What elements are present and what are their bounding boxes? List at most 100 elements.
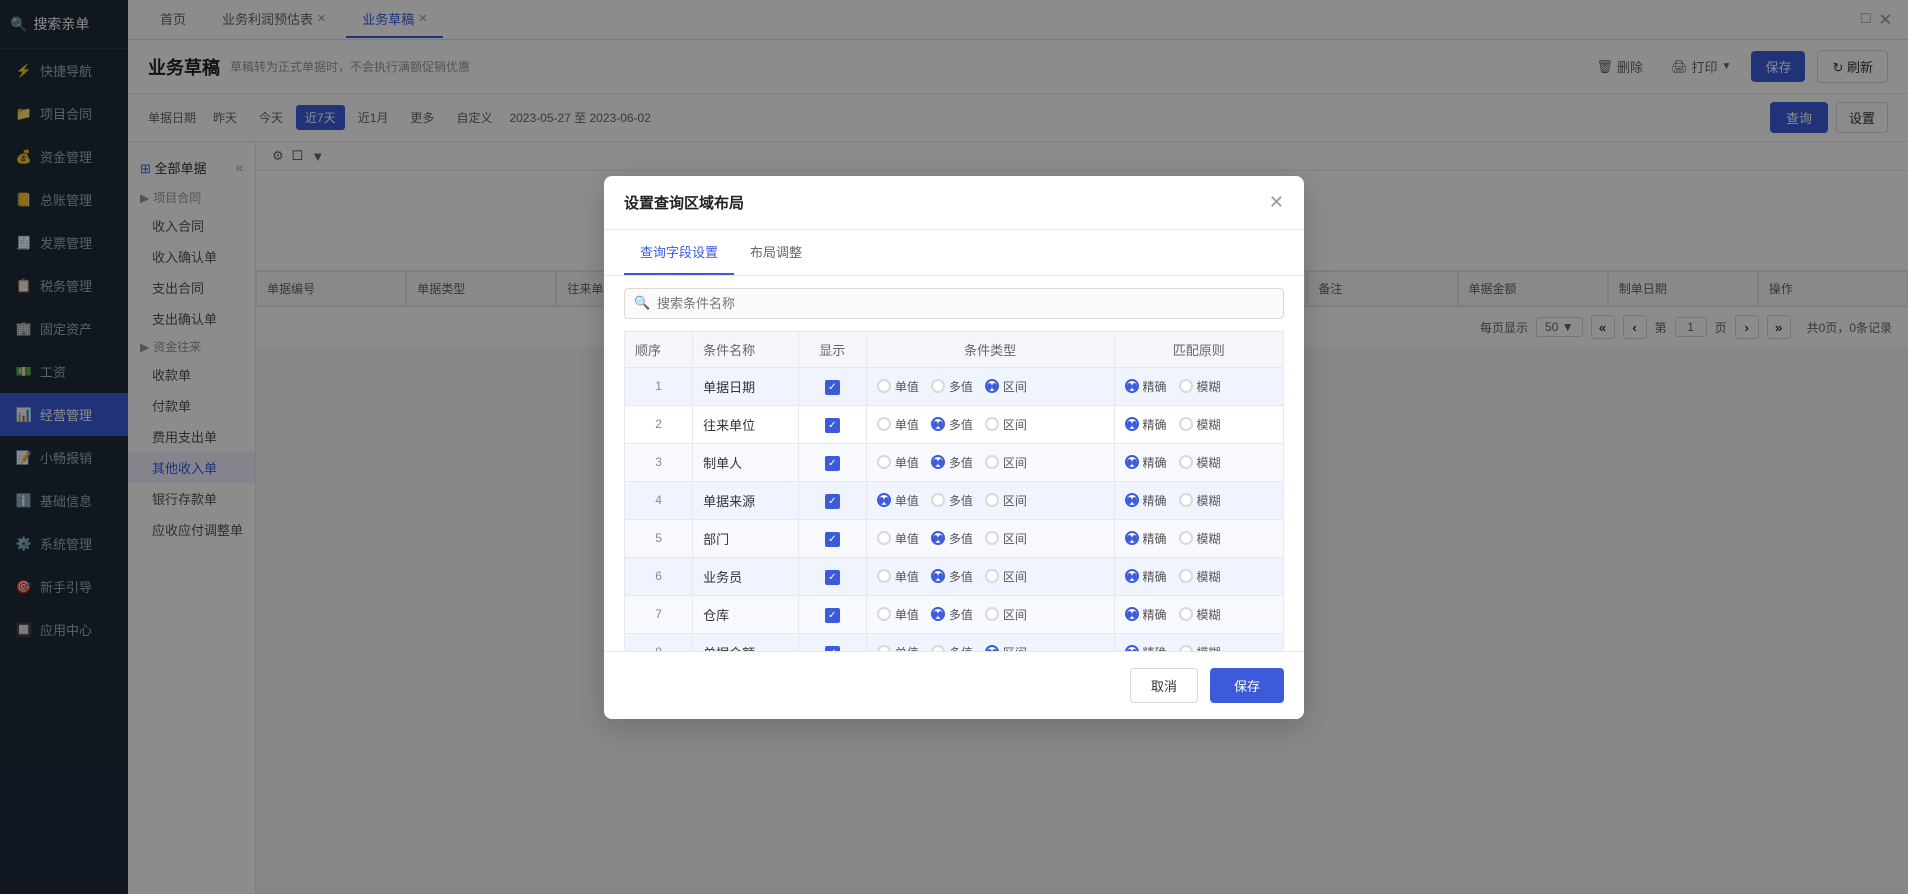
row-condition-type-2: 单值多值区间 xyxy=(866,443,1114,481)
radio-condition-7-单值[interactable]: 单值 xyxy=(877,644,919,651)
tab-layout-adjust[interactable]: 布局调整 xyxy=(734,230,818,275)
radio-match-0-精确[interactable]: 精确 xyxy=(1125,378,1167,395)
row-condition-type-1: 单值多值区间 xyxy=(866,405,1114,443)
radio-circle xyxy=(877,455,891,469)
radio-condition-6-单值[interactable]: 单值 xyxy=(877,606,919,623)
row-display-2[interactable]: ✓ xyxy=(798,443,866,481)
row-match-rule-6: 精确模糊 xyxy=(1114,595,1284,633)
radio-match-2-精确[interactable]: 精确 xyxy=(1125,454,1167,471)
checkbox-checked-3[interactable]: ✓ xyxy=(825,494,840,509)
radio-match-4-模糊[interactable]: 模糊 xyxy=(1179,530,1221,547)
confirm-save-button[interactable]: 保存 xyxy=(1210,668,1284,703)
radio-match-3-模糊[interactable]: 模糊 xyxy=(1179,492,1221,509)
radio-match-1-模糊[interactable]: 模糊 xyxy=(1179,416,1221,433)
row-condition-type-7: 单值 多值 区间 xyxy=(866,633,1114,651)
radio-circle xyxy=(931,379,945,393)
radio-condition-5-多值[interactable]: 多值 xyxy=(931,568,973,585)
radio-condition-2-区间[interactable]: 区间 xyxy=(985,454,1027,471)
radio-circle xyxy=(877,569,891,583)
radio-circle xyxy=(1125,493,1139,507)
radio-circle xyxy=(931,493,945,507)
row-condition-type-0: 单值多值区间 xyxy=(866,367,1114,405)
radio-circle xyxy=(877,417,891,431)
row-display-5[interactable]: ✓ xyxy=(798,557,866,595)
row-display-1[interactable]: ✓ xyxy=(798,405,866,443)
checkbox-checked-2[interactable]: ✓ xyxy=(825,456,840,471)
modal-title: 设置查询区域布局 xyxy=(624,192,744,213)
radio-condition-2-多值[interactable]: 多值 xyxy=(931,454,973,471)
radio-condition-6-多值[interactable]: 多值 xyxy=(931,606,973,623)
radio-match-0-模糊[interactable]: 模糊 xyxy=(1179,378,1221,395)
radio-condition-0-多值[interactable]: 多值 xyxy=(931,378,973,395)
radio-circle xyxy=(1179,417,1193,431)
radio-match-6-模糊[interactable]: 模糊 xyxy=(1179,606,1221,623)
row-order-4: 5 xyxy=(625,519,693,557)
radio-match-7-精确[interactable]: 精确 xyxy=(1125,644,1167,651)
radio-match-1-精确[interactable]: 精确 xyxy=(1125,416,1167,433)
row-order-3: 4 xyxy=(625,481,693,519)
radio-match-2-模糊[interactable]: 模糊 xyxy=(1179,454,1221,471)
radio-match-3-精确[interactable]: 精确 xyxy=(1125,492,1167,509)
checkbox-checked-1[interactable]: ✓ xyxy=(825,418,840,433)
radio-match-5-模糊[interactable]: 模糊 xyxy=(1179,568,1221,585)
tab-query-field-settings[interactable]: 查询字段设置 xyxy=(624,230,734,275)
condition-search-input[interactable] xyxy=(624,288,1284,319)
radio-condition-1-区间[interactable]: 区间 xyxy=(985,416,1027,433)
radio-circle xyxy=(1125,531,1139,545)
row-display-7[interactable]: ✓ xyxy=(798,633,866,651)
checkbox-checked-5[interactable]: ✓ xyxy=(825,570,840,585)
cancel-button[interactable]: 取消 xyxy=(1130,668,1198,703)
row-display-3[interactable]: ✓ xyxy=(798,481,866,519)
radio-match-5-精确[interactable]: 精确 xyxy=(1125,568,1167,585)
radio-circle xyxy=(877,607,891,621)
radio-condition-7-多值[interactable]: 多值 xyxy=(931,644,973,651)
radio-condition-3-单值[interactable]: 单值 xyxy=(877,492,919,509)
checkbox-checked-4[interactable]: ✓ xyxy=(825,532,840,547)
radio-match-4-精确[interactable]: 精确 xyxy=(1125,530,1167,547)
radio-circle xyxy=(1179,493,1193,507)
radio-circle xyxy=(985,607,999,621)
radio-condition-2-单值[interactable]: 单值 xyxy=(877,454,919,471)
col-name: 条件名称 xyxy=(693,331,799,367)
row-name-5: 业务员 xyxy=(693,557,799,595)
radio-circle xyxy=(931,455,945,469)
radio-condition-4-多值[interactable]: 多值 xyxy=(931,530,973,547)
radio-match-6-精确[interactable]: 精确 xyxy=(1125,606,1167,623)
modal-overlay: 设置查询区域布局 ✕ 查询字段设置 布局调整 🔍 顺序 条件名称 显示 条件类型 xyxy=(0,0,1908,894)
row-match-rule-5: 精确模糊 xyxy=(1114,557,1284,595)
modal-search-area: 🔍 xyxy=(604,276,1304,331)
settings-modal: 设置查询区域布局 ✕ 查询字段设置 布局调整 🔍 顺序 条件名称 显示 条件类型 xyxy=(604,176,1304,719)
row-display-0[interactable]: ✓ xyxy=(798,367,866,405)
radio-circle xyxy=(1125,607,1139,621)
radio-condition-3-区间[interactable]: 区间 xyxy=(985,492,1027,509)
checkbox-checked-0[interactable]: ✓ xyxy=(825,380,840,395)
radio-condition-4-单值[interactable]: 单值 xyxy=(877,530,919,547)
col-match-rule: 匹配原则 xyxy=(1114,331,1284,367)
modal-close-button[interactable]: ✕ xyxy=(1269,192,1284,213)
row-order-7: 8 xyxy=(625,633,693,651)
radio-circle xyxy=(1125,417,1139,431)
radio-condition-0-区间[interactable]: 区间 xyxy=(985,378,1027,395)
row-display-6[interactable]: ✓ xyxy=(798,595,866,633)
radio-condition-6-区间[interactable]: 区间 xyxy=(985,606,1027,623)
search-icon: 🔍 xyxy=(634,295,650,311)
radio-circle xyxy=(1125,569,1139,583)
row-order-0: 1 xyxy=(625,367,693,405)
radio-circle xyxy=(931,607,945,621)
radio-condition-0-单值[interactable]: 单值 xyxy=(877,378,919,395)
row-order-1: 2 xyxy=(625,405,693,443)
row-order-6: 7 xyxy=(625,595,693,633)
row-display-4[interactable]: ✓ xyxy=(798,519,866,557)
checkbox-checked-6[interactable]: ✓ xyxy=(825,608,840,623)
row-match-rule-2: 精确模糊 xyxy=(1114,443,1284,481)
radio-condition-7-区间[interactable]: 区间 xyxy=(985,644,1027,651)
radio-circle xyxy=(985,531,999,545)
radio-condition-5-区间[interactable]: 区间 xyxy=(985,568,1027,585)
radio-condition-1-单值[interactable]: 单值 xyxy=(877,416,919,433)
radio-condition-3-多值[interactable]: 多值 xyxy=(931,492,973,509)
radio-circle xyxy=(1179,607,1193,621)
radio-match-7-模糊[interactable]: 模糊 xyxy=(1179,644,1221,651)
radio-condition-4-区间[interactable]: 区间 xyxy=(985,530,1027,547)
radio-condition-1-多值[interactable]: 多值 xyxy=(931,416,973,433)
radio-condition-5-单值[interactable]: 单值 xyxy=(877,568,919,585)
